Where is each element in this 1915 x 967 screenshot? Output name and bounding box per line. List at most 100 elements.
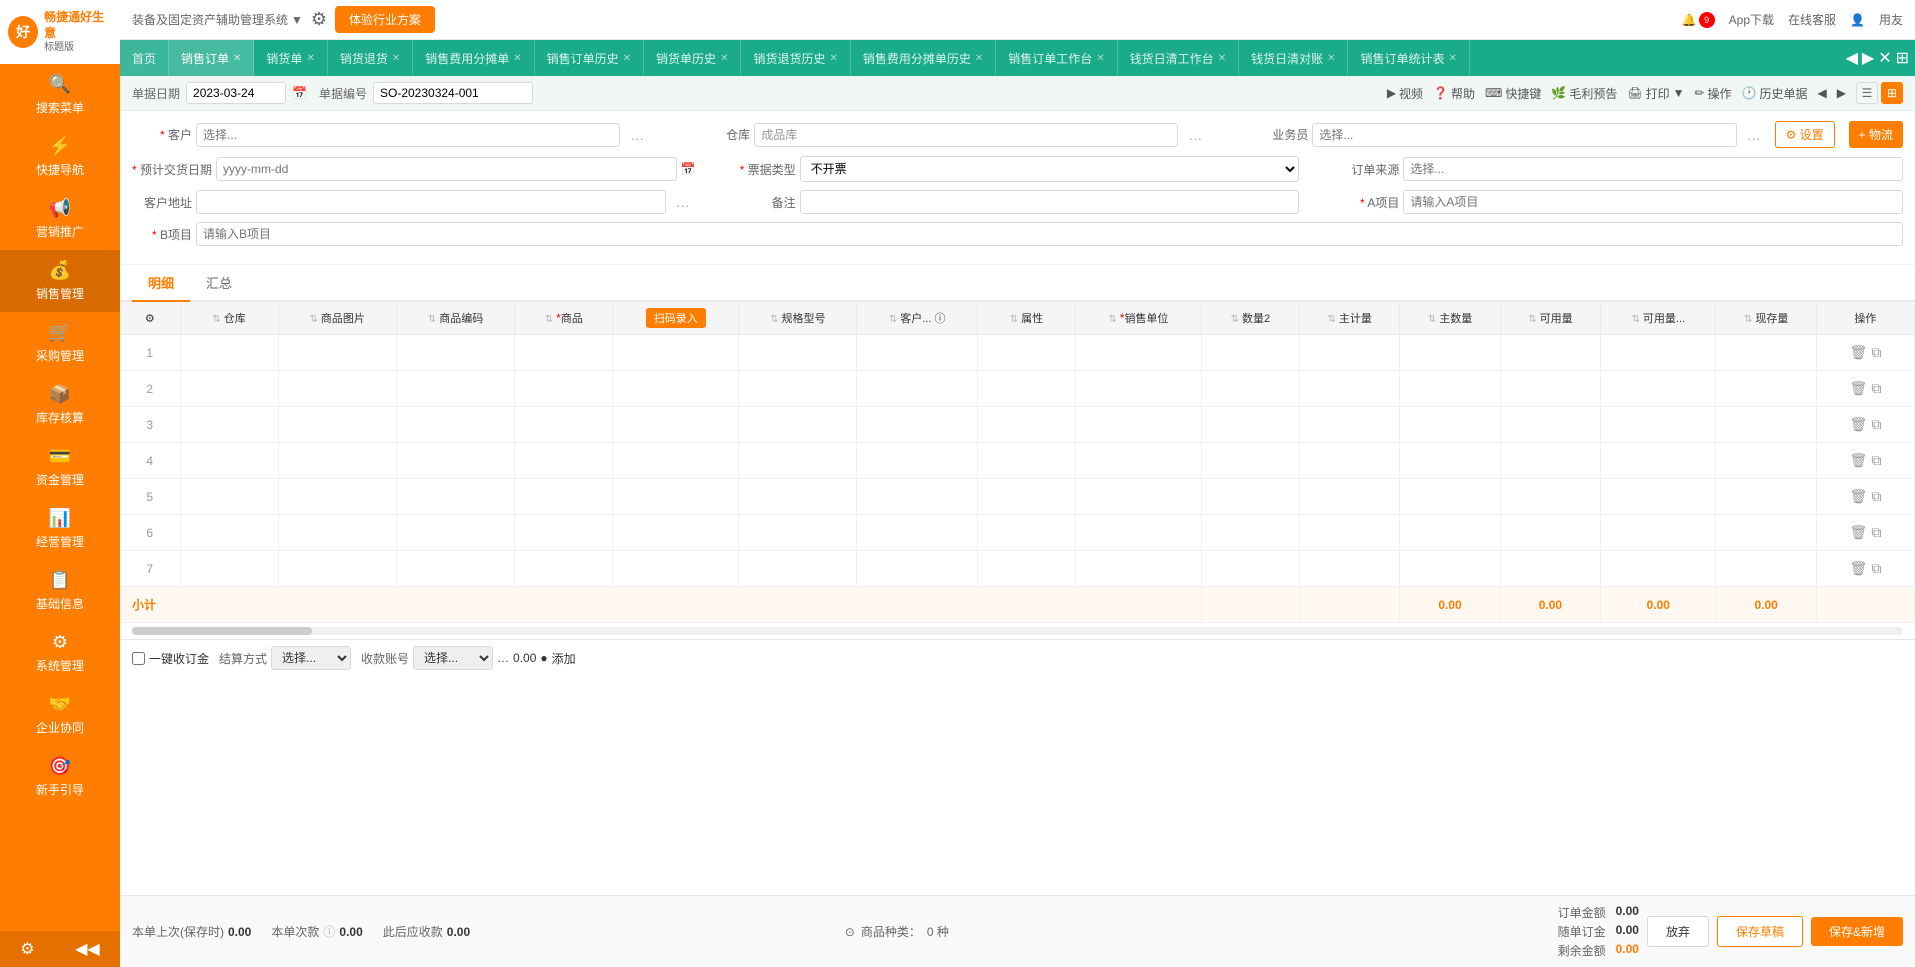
order-source-input[interactable] xyxy=(1403,157,1903,181)
copy-row-icon[interactable]: ⧉ xyxy=(1871,524,1881,541)
grid-view-icon[interactable]: ⊞ xyxy=(1881,82,1903,104)
warehouse-more-icon[interactable]: … xyxy=(1182,127,1208,143)
save-new-button[interactable]: 保存&新增 xyxy=(1811,917,1903,946)
tab-daily-workbench[interactable]: 钱货日清工作台 ✕ xyxy=(1118,40,1239,76)
cell-stock[interactable] xyxy=(1716,335,1816,371)
cell-available2[interactable] xyxy=(1601,335,1716,371)
tab-next-icon[interactable]: ▶ xyxy=(1862,48,1874,68)
copy-row-icon[interactable]: ⧉ xyxy=(1871,488,1881,505)
address-more-icon[interactable]: … xyxy=(670,194,696,210)
tab-prev-icon[interactable]: ◀ xyxy=(1846,48,1858,68)
cell-customer-code[interactable] xyxy=(857,335,977,371)
add-product-btn[interactable]: + 物流 xyxy=(1849,121,1903,148)
cell-main-unit[interactable] xyxy=(1299,335,1399,371)
sidebar-item-system[interactable]: ⚙ 系统管理 xyxy=(0,622,120,684)
tab-stats[interactable]: 销售订单统计表 ✕ xyxy=(1348,40,1469,76)
settings-bottom-icon[interactable]: ⚙ xyxy=(20,939,34,959)
scan-btn[interactable]: 扫码录入 xyxy=(646,308,706,328)
payment-method-select[interactable]: 选择... xyxy=(271,646,351,670)
delete-row-icon[interactable]: 🗑 xyxy=(1850,488,1868,505)
sidebar-item-sales[interactable]: 💰 销售管理 xyxy=(0,250,120,312)
tab-fee-history[interactable]: 销售费用分摊单历史 ✕ xyxy=(851,40,996,76)
delete-row-icon[interactable]: 🗑 xyxy=(1850,560,1868,577)
tab-order-history[interactable]: 销售订单历史 ✕ xyxy=(535,40,644,76)
cell-scan[interactable] xyxy=(613,335,739,371)
tab-sales-invoice[interactable]: 销货单 ✕ xyxy=(254,40,327,76)
bank-more-icon[interactable]: … xyxy=(497,651,509,665)
history-action[interactable]: 🕐 历史单据 xyxy=(1742,85,1808,102)
collapse-icon[interactable]: ◀◀ xyxy=(75,939,100,959)
tab-close-icon[interactable]: ✕ xyxy=(392,53,400,64)
tab-fee-split[interactable]: 销售费用分摊单 ✕ xyxy=(413,40,534,76)
tab-expand-icon[interactable]: ⊞ xyxy=(1896,48,1909,68)
copy-row-icon[interactable]: ⧉ xyxy=(1871,416,1881,433)
prev-record-icon[interactable]: ◀ xyxy=(1818,86,1827,100)
tab-close-icon[interactable]: ✕ xyxy=(513,53,521,64)
tab-home[interactable]: 首页 xyxy=(120,40,169,76)
profit-action[interactable]: 🌿 毛利预告 xyxy=(1551,85,1617,102)
tab-close-icon[interactable]: ✕ xyxy=(975,53,983,64)
one-click-checkbox[interactable] xyxy=(132,652,145,665)
copy-row-icon[interactable]: ⧉ xyxy=(1871,380,1881,397)
delete-row-icon[interactable]: 🗑 xyxy=(1850,380,1868,397)
copy-row-icon[interactable]: ⧉ xyxy=(1871,344,1881,361)
cell-spec[interactable] xyxy=(739,335,857,371)
cell-attr[interactable] xyxy=(977,335,1075,371)
sidebar-item-inventory[interactable]: 📦 库存核算 xyxy=(0,374,120,436)
sidebar-item-collab[interactable]: 🤝 企业协同 xyxy=(0,684,120,746)
salesman-more-icon[interactable]: … xyxy=(1741,127,1767,143)
delete-row-icon[interactable]: 🗑 xyxy=(1850,416,1868,433)
sidebar-item-guide[interactable]: 🎯 新手引导 xyxy=(0,746,120,808)
tab-close-icon[interactable]: ✕ xyxy=(1218,53,1226,64)
tab-summary[interactable]: 汇总 xyxy=(190,265,248,302)
customer-input[interactable] xyxy=(196,123,620,147)
app-download-link[interactable]: App下载 xyxy=(1729,11,1774,28)
warehouse-input[interactable] xyxy=(754,123,1178,147)
tab-return-history[interactable]: 销货退货历史 ✕ xyxy=(741,40,850,76)
date-input[interactable] xyxy=(186,82,286,104)
table-scrollbar[interactable] xyxy=(132,627,1903,635)
sidebar-item-purchase[interactable]: 🛒 采购管理 xyxy=(0,312,120,374)
system-title[interactable]: 装备及固定资产辅助管理系统 ▼ xyxy=(132,11,303,28)
sidebar-item-finance[interactable]: 💳 资金管理 xyxy=(0,436,120,498)
tab-close-icon[interactable]: ✕ xyxy=(1327,53,1335,64)
address-input[interactable] xyxy=(196,190,666,214)
bank-account-select[interactable]: 选择... xyxy=(413,646,493,670)
b-project-input[interactable] xyxy=(196,222,1903,246)
notification-area[interactable]: 🔔 9 xyxy=(1682,12,1715,28)
save-draft-button[interactable]: 保存草稿 xyxy=(1717,916,1803,947)
discard-button[interactable]: 放弃 xyxy=(1647,916,1709,947)
cell-warehouse[interactable] xyxy=(180,335,278,371)
list-view-icon[interactable]: ☰ xyxy=(1856,82,1878,104)
cell-main-qty[interactable] xyxy=(1400,335,1500,371)
remark-input[interactable] xyxy=(800,190,1300,214)
tab-sales-return[interactable]: 销货退货 ✕ xyxy=(328,40,413,76)
sidebar-item-search[interactable]: 🔍 搜索菜单 xyxy=(0,64,120,126)
sidebar-item-operations[interactable]: 📊 经营管理 xyxy=(0,498,120,560)
order-no-input[interactable] xyxy=(373,82,533,104)
col-settings[interactable]: ⚙ xyxy=(120,302,180,335)
tab-detail[interactable]: 明细 xyxy=(132,265,190,302)
delivery-calendar-icon[interactable]: 📅 xyxy=(681,162,696,176)
delete-row-icon[interactable]: 🗑 xyxy=(1850,344,1868,361)
tab-daily-reconcile[interactable]: 钱货日清对账 ✕ xyxy=(1239,40,1348,76)
tab-close-icon[interactable]: ✕ xyxy=(306,53,314,64)
delete-row-icon[interactable]: 🗑 xyxy=(1850,452,1868,469)
tab-close-icon[interactable]: ✕ xyxy=(829,53,837,64)
copy-row-icon[interactable]: ⧉ xyxy=(1871,560,1881,577)
user-name[interactable]: 用友 xyxy=(1879,11,1903,28)
delivery-date-input[interactable] xyxy=(216,157,677,181)
tab-workbench[interactable]: 销售订单工作台 ✕ xyxy=(996,40,1117,76)
shortcut-action[interactable]: ⌨ 快捷键 xyxy=(1485,85,1541,102)
scrollbar-thumb[interactable] xyxy=(132,627,312,635)
tab-close-icon[interactable]: ✕ xyxy=(623,53,631,64)
current-info-icon[interactable]: ⓘ xyxy=(323,923,335,940)
cell-available[interactable] xyxy=(1500,335,1600,371)
calendar-icon[interactable]: 📅 xyxy=(292,86,307,100)
tab-close-all-icon[interactable]: ✕ xyxy=(1878,48,1891,68)
tab-invoice-history[interactable]: 销货单历史 ✕ xyxy=(644,40,741,76)
a-project-input[interactable] xyxy=(1403,190,1903,214)
print-dropdown-icon[interactable]: ▼ xyxy=(1673,86,1685,100)
tab-close-icon[interactable]: ✕ xyxy=(1449,53,1457,64)
delete-row-icon[interactable]: 🗑 xyxy=(1850,524,1868,541)
